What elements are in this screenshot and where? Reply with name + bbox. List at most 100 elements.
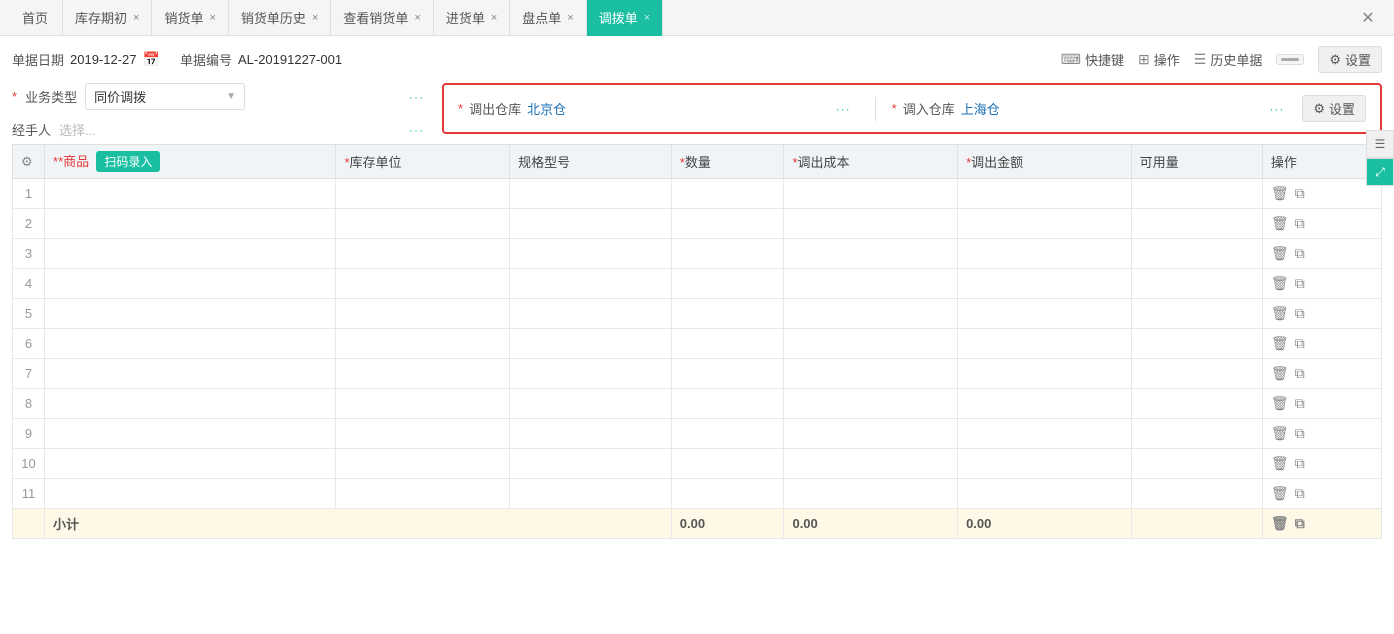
side-doc-button[interactable]: ☰ <box>1366 130 1394 158</box>
spec-cell[interactable] <box>510 419 672 449</box>
delete-icon[interactable]: 🗑 <box>1271 305 1289 322</box>
unit-cell[interactable] <box>336 269 510 299</box>
amount-cell[interactable] <box>958 479 1132 509</box>
tab-sales-order[interactable]: 销货单 × <box>152 0 228 36</box>
shortcut-action[interactable]: ⌨ 快捷键 <box>1061 50 1124 69</box>
tab-home[interactable]: 首页 <box>8 0 63 36</box>
qty-cell[interactable] <box>671 299 784 329</box>
side-expand-button[interactable]: ⤢ <box>1366 158 1394 186</box>
cost-cell[interactable] <box>784 209 958 239</box>
close-icon[interactable]: × <box>209 12 215 24</box>
copy-icon[interactable]: ⧉ <box>1295 515 1305 532</box>
unit-cell[interactable] <box>336 299 510 329</box>
amount-cell[interactable] <box>958 389 1132 419</box>
product-cell[interactable] <box>45 239 336 269</box>
tab-inventory[interactable]: 盘点单 × <box>510 0 586 36</box>
out-warehouse-more[interactable]: ··· <box>828 102 859 116</box>
product-cell[interactable] <box>45 389 336 419</box>
product-cell[interactable] <box>45 269 336 299</box>
product-cell[interactable] <box>45 299 336 329</box>
copy-icon[interactable]: ⧉ <box>1295 215 1305 232</box>
amount-cell[interactable] <box>958 269 1132 299</box>
operate-action[interactable]: ⊞ 操作 <box>1138 50 1180 69</box>
copy-icon[interactable]: ⧉ <box>1295 335 1305 352</box>
close-icon[interactable]: × <box>312 12 318 24</box>
qty-cell[interactable] <box>671 209 784 239</box>
delete-icon[interactable]: 🗑 <box>1271 335 1289 352</box>
qty-cell[interactable] <box>671 419 784 449</box>
amount-cell[interactable] <box>958 239 1132 269</box>
unit-cell[interactable] <box>336 419 510 449</box>
amount-cell[interactable] <box>958 359 1132 389</box>
unit-cell[interactable] <box>336 359 510 389</box>
unit-cell[interactable] <box>336 389 510 419</box>
history-action[interactable]: ☰ 历史单据 <box>1194 50 1263 69</box>
spec-cell[interactable] <box>510 209 672 239</box>
spec-cell[interactable] <box>510 179 672 209</box>
in-warehouse-value[interactable]: 上海仓 <box>961 99 1000 118</box>
cost-cell[interactable] <box>784 479 958 509</box>
close-icon[interactable]: × <box>491 12 497 24</box>
copy-icon[interactable]: ⧉ <box>1295 245 1305 262</box>
copy-icon[interactable]: ⧉ <box>1295 185 1305 202</box>
copy-icon[interactable]: ⧉ <box>1295 455 1305 472</box>
warehouse-settings-button[interactable]: ⚙ 设置 <box>1302 95 1366 122</box>
product-cell[interactable] <box>45 329 336 359</box>
qty-cell[interactable] <box>671 269 784 299</box>
cost-cell[interactable] <box>784 329 958 359</box>
spec-cell[interactable] <box>510 359 672 389</box>
amount-cell[interactable] <box>958 209 1132 239</box>
copy-icon[interactable]: ⧉ <box>1295 365 1305 382</box>
handler-more[interactable]: ··· <box>401 123 432 137</box>
tab-view-sales[interactable]: 查看销货单 × <box>331 0 433 36</box>
handler-select[interactable]: 选择... <box>59 120 96 139</box>
amount-cell[interactable] <box>958 299 1132 329</box>
close-icon[interactable]: × <box>567 12 573 24</box>
product-cell[interactable] <box>45 209 336 239</box>
product-cell[interactable] <box>45 179 336 209</box>
close-icon[interactable]: × <box>414 12 420 24</box>
copy-icon[interactable]: ⧉ <box>1295 395 1305 412</box>
spec-cell[interactable] <box>510 239 672 269</box>
unit-cell[interactable] <box>336 239 510 269</box>
amount-cell[interactable] <box>958 329 1132 359</box>
amount-cell[interactable] <box>958 449 1132 479</box>
cost-cell[interactable] <box>784 179 958 209</box>
copy-icon[interactable]: ⧉ <box>1295 425 1305 442</box>
tab-purchase[interactable]: 进货单 × <box>434 0 510 36</box>
biz-type-more[interactable]: ··· <box>401 90 432 104</box>
delete-icon[interactable]: 🗑 <box>1271 245 1289 262</box>
unit-cell[interactable] <box>336 449 510 479</box>
cost-cell[interactable] <box>784 239 958 269</box>
window-close-button[interactable]: ✕ <box>1350 0 1386 36</box>
product-cell[interactable] <box>45 359 336 389</box>
gear-icon-th[interactable]: ⚙ <box>21 154 33 169</box>
delete-icon[interactable]: 🗑 <box>1271 425 1289 442</box>
biz-type-select[interactable]: 同价调拨 ▼ <box>85 83 245 110</box>
th-gear[interactable]: ⚙ <box>13 145 45 179</box>
spec-cell[interactable] <box>510 269 672 299</box>
qty-cell[interactable] <box>671 359 784 389</box>
qty-cell[interactable] <box>671 389 784 419</box>
settings-button[interactable]: ⚙ 设置 <box>1318 46 1382 73</box>
cost-cell[interactable] <box>784 269 958 299</box>
product-cell[interactable] <box>45 479 336 509</box>
spec-cell[interactable] <box>510 479 672 509</box>
spec-cell[interactable] <box>510 449 672 479</box>
qty-cell[interactable] <box>671 479 784 509</box>
cost-cell[interactable] <box>784 359 958 389</box>
copy-icon[interactable]: ⧉ <box>1295 485 1305 502</box>
tab-inventory-init[interactable]: 库存期初 × <box>63 0 152 36</box>
spec-cell[interactable] <box>510 329 672 359</box>
in-warehouse-more[interactable]: ··· <box>1261 102 1292 116</box>
qty-cell[interactable] <box>671 449 784 479</box>
delete-icon[interactable]: 🗑 <box>1271 365 1289 382</box>
delete-icon[interactable]: 🗑 <box>1271 215 1289 232</box>
close-icon[interactable]: × <box>133 12 139 24</box>
unit-cell[interactable] <box>336 209 510 239</box>
product-cell[interactable] <box>45 449 336 479</box>
cost-cell[interactable] <box>784 419 958 449</box>
unit-cell[interactable] <box>336 329 510 359</box>
qty-cell[interactable] <box>671 239 784 269</box>
scan-input-button[interactable]: 扫码录入 <box>96 151 160 172</box>
